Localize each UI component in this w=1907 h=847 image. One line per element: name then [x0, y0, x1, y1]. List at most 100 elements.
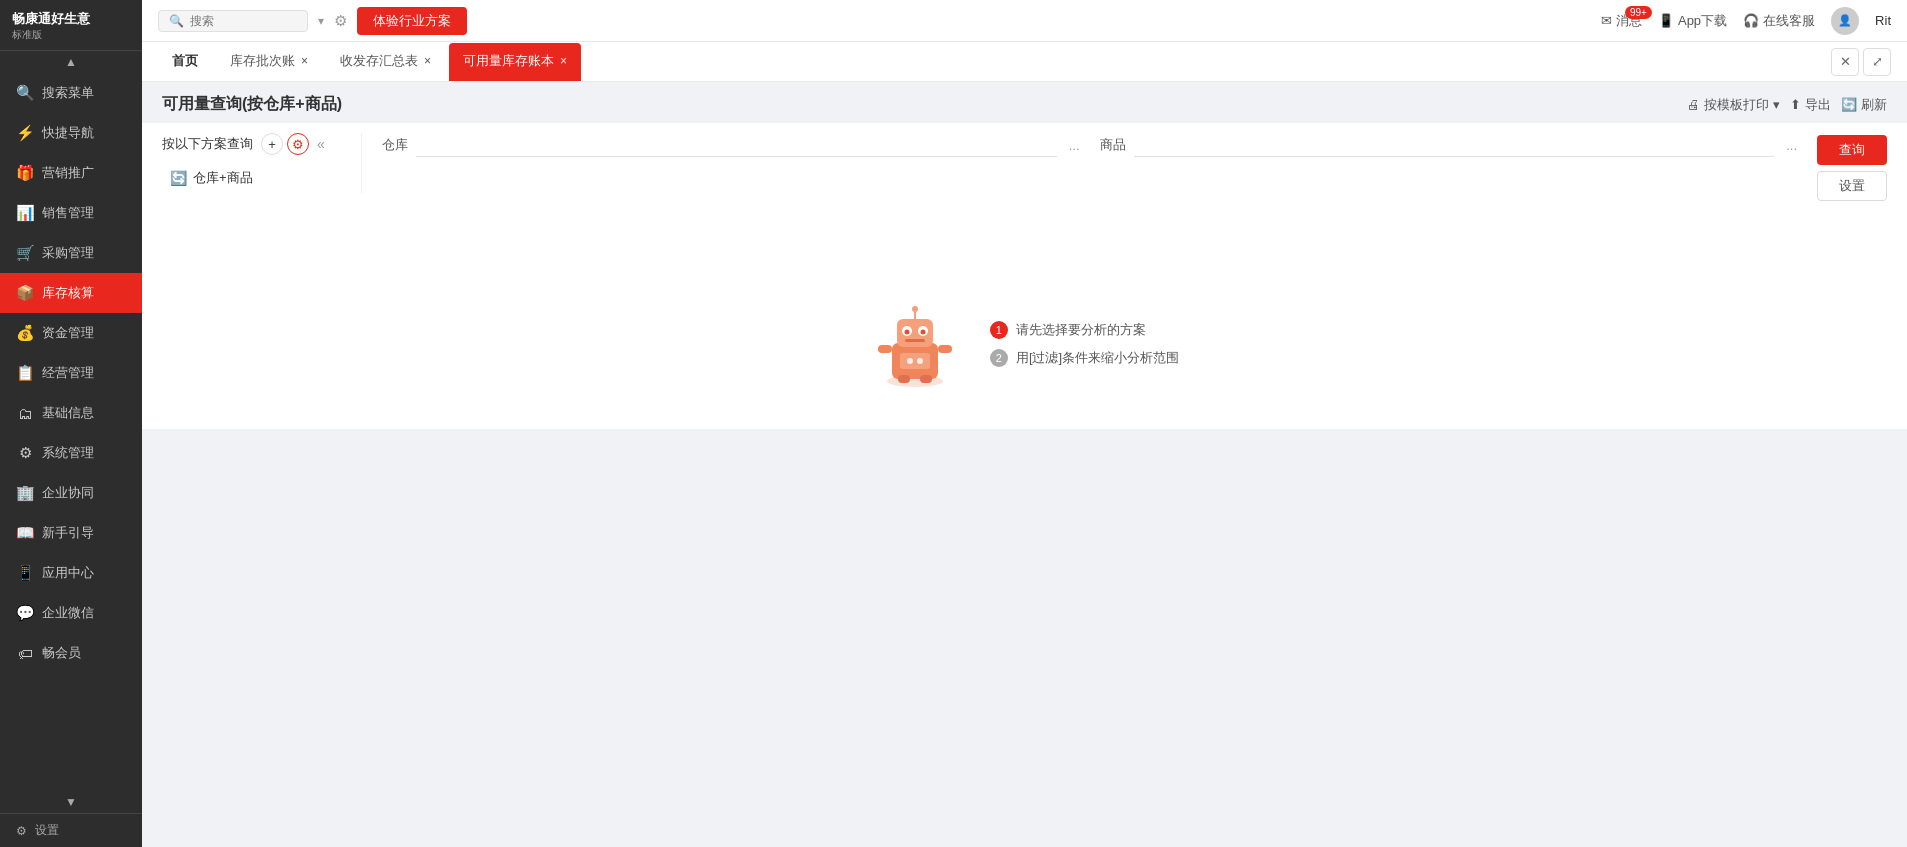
search-input[interactable]	[190, 14, 297, 28]
sidebar-item-purchase[interactable]: 🛒 采购管理	[0, 233, 142, 273]
warehouse-label: 仓库	[382, 136, 408, 154]
topbar-gear-icon[interactable]: ⚙	[334, 12, 347, 30]
svg-rect-11	[938, 345, 952, 353]
sidebar-logo: 畅康通好生意 标准版	[0, 0, 142, 51]
tab-batch-account[interactable]: 库存批次账 ×	[216, 43, 322, 81]
tab-collect-summary[interactable]: 收发存汇总表 ×	[326, 43, 445, 81]
user-avatar[interactable]: 👤	[1831, 7, 1859, 35]
hint-text-2: 用[过滤]条件来缩小分析范围	[1016, 349, 1179, 367]
topbar: 🔍 ▾ ⚙ 体验行业方案 ✉ 消息 99+ 📱 App下载 🎧 在线客服 👤	[142, 0, 1907, 42]
sidebar-item-member[interactable]: 🏷 畅会员	[0, 633, 142, 673]
export-icon: ⬆	[1790, 97, 1801, 112]
sidebar-item-sales[interactable]: 📊 销售管理	[0, 193, 142, 233]
app-download-icon: 📱	[1658, 13, 1674, 28]
logo-tag: 标准版	[12, 28, 130, 42]
goods-more-btn[interactable]: ...	[1782, 138, 1801, 153]
topbar-app-download[interactable]: 📱 App下载	[1658, 12, 1727, 30]
main-area: 🔍 ▾ ⚙ 体验行业方案 ✉ 消息 99+ 📱 App下载 🎧 在线客服 👤	[142, 0, 1907, 847]
refresh-btn[interactable]: 🔄 刷新	[1841, 96, 1887, 114]
scheme-collapse-btn[interactable]: «	[317, 136, 325, 152]
hint-item-1: 1 请先选择要分析的方案	[990, 321, 1179, 339]
sidebar-scroll-up[interactable]: ▲	[0, 51, 142, 73]
filter-action-btns: 查询 设置	[1801, 133, 1887, 201]
sidebar-item-finance[interactable]: 💰 资金管理	[0, 313, 142, 353]
user-name[interactable]: Rit	[1875, 13, 1891, 28]
svg-point-5	[904, 330, 909, 335]
warehouse-input[interactable]	[416, 133, 1057, 157]
sidebar-item-operation[interactable]: 📋 经营管理	[0, 353, 142, 393]
sidebar-item-basic[interactable]: 🗂 基础信息	[0, 393, 142, 433]
tab-close-all-btn[interactable]: ✕	[1831, 48, 1859, 76]
tab-batch-account-label: 库存批次账	[230, 52, 295, 70]
content-area: 可用量查询(按仓库+商品) 🖨 按模板打印 ▾ ⬆ 导出 🔄 刷新	[142, 82, 1907, 847]
sidebar-item-newbie[interactable]: 📖 新手引导	[0, 513, 142, 553]
sidebar-item-wechat[interactable]: 💬 企业微信	[0, 593, 142, 633]
scheme-actions: + ⚙	[261, 133, 309, 155]
filter-scheme-header: 按以下方案查询 + ⚙ «	[162, 133, 345, 155]
print-label: 按模板打印	[1704, 96, 1769, 114]
sidebar-item-app-center[interactable]: 📱 应用中心	[0, 553, 142, 593]
tab-available-book-close[interactable]: ×	[560, 54, 567, 68]
sidebar-item-inventory[interactable]: 📦 库存核算	[0, 273, 142, 313]
topbar-search-icon: 🔍	[169, 14, 184, 28]
quick-nav-icon: ⚡	[16, 124, 34, 142]
query-btn[interactable]: 查询	[1817, 135, 1887, 165]
filter-scheme-panel: 按以下方案查询 + ⚙ « 🔄 仓库+商品	[162, 133, 362, 193]
avatar-icon: 👤	[1838, 14, 1852, 27]
sidebar-bottom-settings[interactable]: ⚙ 设置	[0, 813, 142, 847]
sidebar-item-label: 企业微信	[42, 604, 94, 622]
app-center-icon: 📱	[16, 564, 34, 582]
hint-num-2: 2	[990, 349, 1008, 367]
sidebar-item-label: 搜索菜单	[42, 84, 94, 102]
scheme-add-btn[interactable]: +	[261, 133, 283, 155]
tab-batch-account-close[interactable]: ×	[301, 54, 308, 68]
sidebar-item-marketing[interactable]: 🎁 营销推广	[0, 153, 142, 193]
sidebar-item-quick-nav[interactable]: ⚡ 快捷导航	[0, 113, 142, 153]
tab-home[interactable]: 首页	[158, 43, 212, 81]
topbar-message[interactable]: ✉ 消息 99+	[1601, 12, 1642, 30]
settings-btn[interactable]: 设置	[1817, 171, 1887, 201]
sidebar-item-search[interactable]: 🔍 搜索菜单	[0, 73, 142, 113]
scheme-item-warehouse-goods[interactable]: 🔄 仓库+商品	[162, 163, 345, 193]
filter-field-goods: 商品 ...	[1100, 133, 1802, 157]
svg-rect-12	[898, 375, 910, 383]
tab-collect-summary-close[interactable]: ×	[424, 54, 431, 68]
content-wrapper: 可用量查询(按仓库+商品) 🖨 按模板打印 ▾ ⬆ 导出 🔄 刷新	[142, 82, 1907, 429]
filter-row-warehouse: 仓库 ... 商品 ...	[382, 133, 1801, 157]
tab-available-book-label: 可用量库存账本	[463, 52, 554, 70]
topbar-search-box[interactable]: 🔍	[158, 10, 308, 32]
print-template-btn[interactable]: 🖨 按模板打印 ▾	[1687, 96, 1780, 114]
warehouse-more-btn[interactable]: ...	[1065, 138, 1084, 153]
sidebar-item-label: 应用中心	[42, 564, 94, 582]
scheme-item-icon: 🔄	[170, 170, 187, 186]
trial-btn[interactable]: 体验行业方案	[357, 7, 467, 35]
filter-fields-panel: 仓库 ... 商品 ...	[362, 133, 1801, 157]
basic-icon: 🗂	[16, 405, 34, 422]
sidebar-item-label: 基础信息	[42, 404, 94, 422]
refresh-label: 刷新	[1861, 96, 1887, 114]
sidebar: 畅康通好生意 标准版 ▲ 🔍 搜索菜单 ⚡ 快捷导航 🎁 营销推广 📊 销售管理…	[0, 0, 142, 847]
topbar-online-service[interactable]: 🎧 在线客服	[1743, 12, 1815, 30]
search-chevron-icon[interactable]: ▾	[318, 14, 324, 28]
svg-point-16	[917, 358, 923, 364]
goods-input[interactable]	[1134, 133, 1775, 157]
sidebar-item-enterprise[interactable]: 🏢 企业协同	[0, 473, 142, 513]
topbar-right: ✉ 消息 99+ 📱 App下载 🎧 在线客服 👤 Rit	[1601, 7, 1891, 35]
hint-num-1: 1	[990, 321, 1008, 339]
sidebar-item-label: 销售管理	[42, 204, 94, 222]
page-actions: 🖨 按模板打印 ▾ ⬆ 导出 🔄 刷新	[1687, 96, 1887, 114]
tab-home-label: 首页	[172, 52, 198, 70]
export-btn[interactable]: ⬆ 导出	[1790, 96, 1831, 114]
sidebar-scroll-down[interactable]: ▼	[0, 791, 142, 813]
filter-panel: 按以下方案查询 + ⚙ « 🔄 仓库+商品	[142, 123, 1907, 211]
svg-rect-14	[900, 353, 930, 369]
sidebar-item-label: 快捷导航	[42, 124, 94, 142]
scheme-settings-btn[interactable]: ⚙	[287, 133, 309, 155]
sidebar-item-label: 资金管理	[42, 324, 94, 342]
sidebar-item-system[interactable]: ⚙ 系统管理	[0, 433, 142, 473]
tab-available-book[interactable]: 可用量库存账本 ×	[449, 43, 581, 81]
svg-point-9	[912, 306, 918, 312]
svg-rect-13	[920, 375, 932, 383]
service-label: 在线客服	[1763, 12, 1815, 30]
tab-expand-btn[interactable]: ⤢	[1863, 48, 1891, 76]
